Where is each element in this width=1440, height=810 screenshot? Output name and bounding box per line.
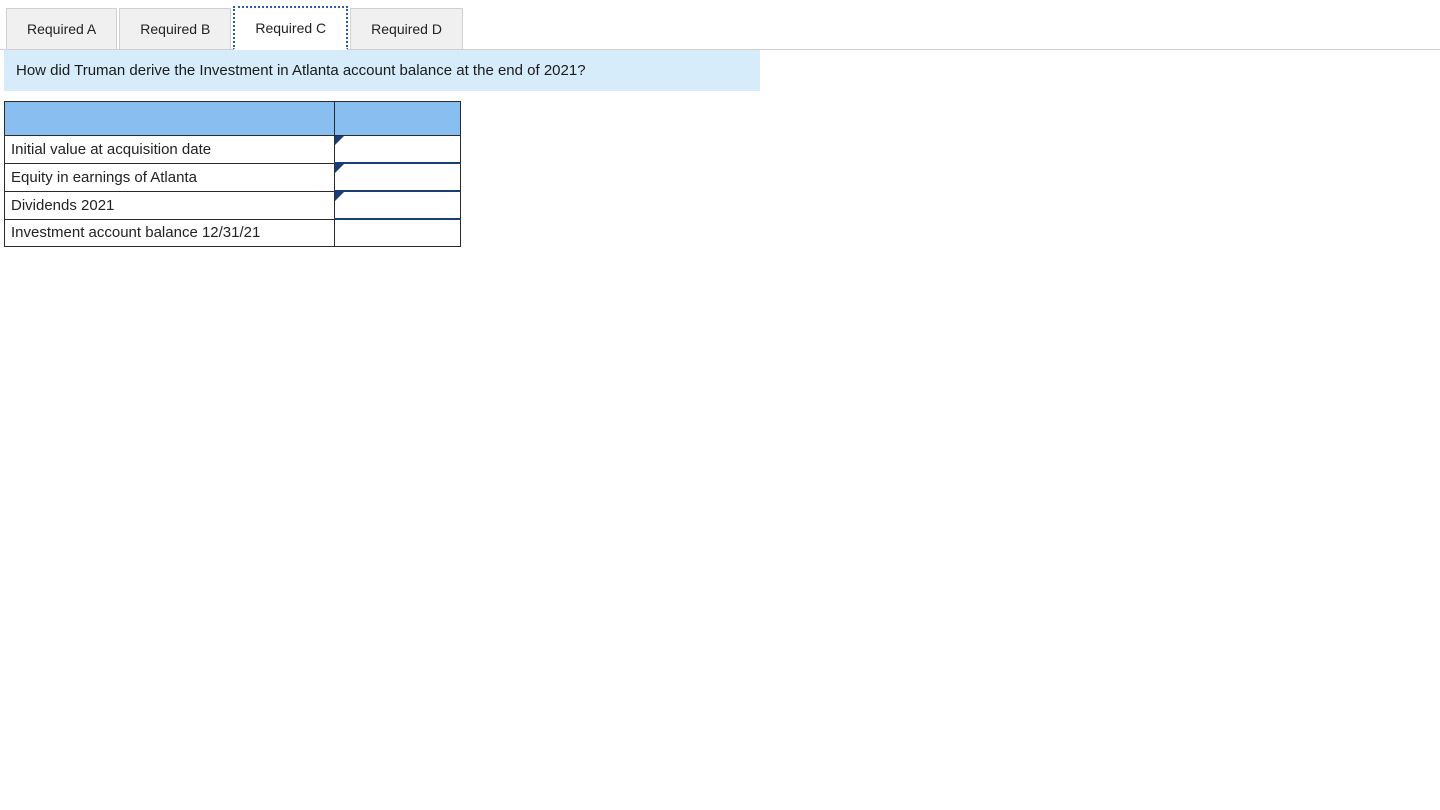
row-label: Initial value at acquisition date [5, 136, 335, 164]
tab-required-b[interactable]: Required B [119, 8, 231, 49]
row-value-cell[interactable] [335, 163, 461, 191]
row-label: Investment account balance 12/31/21 [5, 219, 335, 247]
table-row: Investment account balance 12/31/21 [5, 219, 461, 247]
tab-required-d[interactable]: Required D [350, 8, 463, 49]
table-row: Equity in earnings of Atlanta [5, 163, 461, 191]
tab-required-c[interactable]: Required C [233, 6, 348, 50]
table-row: Dividends 2021 [5, 191, 461, 219]
row-label: Equity in earnings of Atlanta [5, 163, 335, 191]
row-value-cell[interactable] [335, 191, 461, 219]
row-label: Dividends 2021 [5, 191, 335, 219]
value-input[interactable] [335, 220, 460, 246]
row-value-cell[interactable] [335, 219, 461, 247]
row-value-cell[interactable] [335, 136, 461, 164]
tab-required-a[interactable]: Required A [6, 8, 117, 49]
header-value-col [335, 102, 461, 136]
tab-bar: Required A Required B Required C Require… [0, 0, 1440, 50]
value-input[interactable] [335, 136, 460, 162]
table-header-row [5, 102, 461, 136]
value-input[interactable] [335, 164, 460, 190]
answer-table: Initial value at acquisition date Equity… [4, 101, 461, 247]
value-input[interactable] [335, 192, 460, 218]
table-row: Initial value at acquisition date [5, 136, 461, 164]
question-text: How did Truman derive the Investment in … [4, 50, 760, 91]
header-label-col [5, 102, 335, 136]
